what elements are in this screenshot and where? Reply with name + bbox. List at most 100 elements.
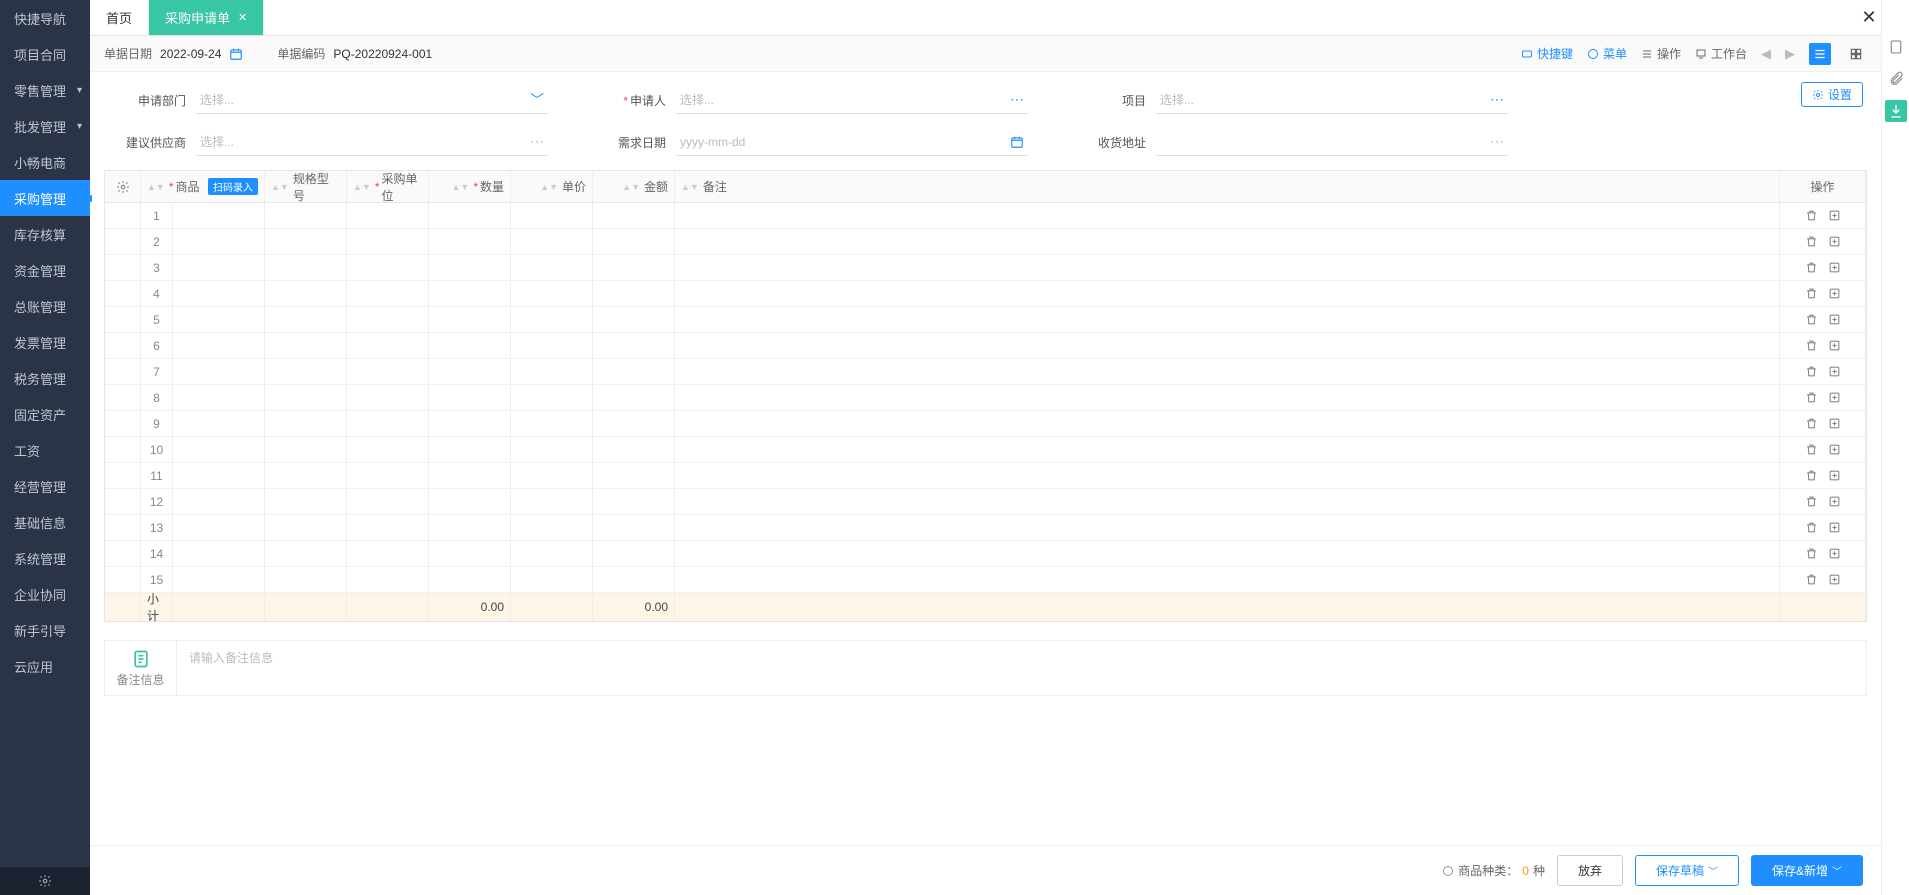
- dept-select[interactable]: 选择... ﹀: [196, 86, 548, 114]
- table-row[interactable]: 12: [105, 489, 1866, 515]
- view-form-icon[interactable]: [1809, 43, 1831, 65]
- col-amount[interactable]: ▲▼金额: [593, 171, 675, 202]
- close-icon[interactable]: ✕: [238, 11, 247, 24]
- workbench-link[interactable]: 工作台: [1695, 45, 1747, 62]
- add-row-icon[interactable]: [1828, 469, 1841, 482]
- tab-home[interactable]: 首页: [90, 0, 149, 35]
- add-row-icon[interactable]: [1828, 391, 1841, 404]
- delete-row-icon[interactable]: [1805, 339, 1818, 352]
- delete-row-icon[interactable]: [1805, 209, 1818, 222]
- discard-button[interactable]: 放弃: [1557, 855, 1623, 886]
- sidebar-item-7[interactable]: 资金管理: [0, 252, 90, 288]
- addr-input[interactable]: ⋯: [1156, 128, 1508, 156]
- add-row-icon[interactable]: [1828, 313, 1841, 326]
- rail-attach-icon[interactable]: [1885, 68, 1907, 90]
- sidebar-item-12[interactable]: 工资: [0, 432, 90, 468]
- view-list-icon[interactable]: [1845, 43, 1867, 65]
- scan-badge[interactable]: 扫码录入: [208, 178, 258, 195]
- delete-row-icon[interactable]: [1805, 521, 1818, 534]
- ops-link[interactable]: 操作: [1641, 45, 1681, 62]
- add-row-icon[interactable]: [1828, 573, 1841, 586]
- sidebar-item-6[interactable]: 库存核算: [0, 216, 90, 252]
- sidebar-item-11[interactable]: 固定资产: [0, 396, 90, 432]
- col-unit[interactable]: ▲▼*采购单位: [347, 171, 429, 202]
- table-row[interactable]: 14: [105, 541, 1866, 567]
- delete-row-icon[interactable]: [1805, 313, 1818, 326]
- table-row[interactable]: 1: [105, 203, 1866, 229]
- col-note[interactable]: ▲▼备注: [675, 171, 1780, 202]
- project-select[interactable]: 选择... ⋯: [1156, 86, 1508, 114]
- next-icon[interactable]: ▶: [1785, 46, 1795, 62]
- table-row[interactable]: 6: [105, 333, 1866, 359]
- supplier-select[interactable]: 选择... ⋯: [196, 128, 548, 156]
- table-row[interactable]: 9: [105, 411, 1866, 437]
- settings-button[interactable]: 设置: [1801, 82, 1863, 107]
- close-all-icon[interactable]: ✕: [1857, 0, 1881, 35]
- add-row-icon[interactable]: [1828, 443, 1841, 456]
- add-row-icon[interactable]: [1828, 235, 1841, 248]
- sidebar-item-5[interactable]: 采购管理: [0, 180, 90, 216]
- sidebar-item-17[interactable]: 新手引导: [0, 612, 90, 648]
- delete-row-icon[interactable]: [1805, 365, 1818, 378]
- add-row-icon[interactable]: [1828, 261, 1841, 274]
- sidebar-item-8[interactable]: 总账管理: [0, 288, 90, 324]
- delete-row-icon[interactable]: [1805, 443, 1818, 456]
- gear-icon[interactable]: [105, 171, 141, 202]
- delete-row-icon[interactable]: [1805, 235, 1818, 248]
- rail-export-icon[interactable]: [1885, 100, 1907, 122]
- add-row-icon[interactable]: [1828, 495, 1841, 508]
- tab-active[interactable]: 采购申请单✕: [149, 0, 264, 35]
- sidebar-item-14[interactable]: 基础信息: [0, 504, 90, 540]
- add-row-icon[interactable]: [1828, 365, 1841, 378]
- sidebar-item-15[interactable]: 系统管理: [0, 540, 90, 576]
- delete-row-icon[interactable]: [1805, 287, 1818, 300]
- col-qty[interactable]: ▲▼*数量: [429, 171, 511, 202]
- table-row[interactable]: 5: [105, 307, 1866, 333]
- add-row-icon[interactable]: [1828, 339, 1841, 352]
- col-price[interactable]: ▲▼单价: [511, 171, 593, 202]
- save-draft-button[interactable]: 保存草稿﹀: [1635, 855, 1739, 886]
- sidebar-item-9[interactable]: 发票管理: [0, 324, 90, 360]
- sidebar-item-18[interactable]: 云应用: [0, 648, 90, 684]
- sidebar-item-10[interactable]: 税务管理: [0, 360, 90, 396]
- table-row[interactable]: 10: [105, 437, 1866, 463]
- save-new-button[interactable]: 保存&新增﹀: [1751, 855, 1863, 886]
- table-row[interactable]: 11: [105, 463, 1866, 489]
- table-row[interactable]: 4: [105, 281, 1866, 307]
- delete-row-icon[interactable]: [1805, 391, 1818, 404]
- sidebar-gear-icon[interactable]: [0, 867, 90, 895]
- sidebar-item-1[interactable]: 项目合同: [0, 36, 90, 72]
- table-row[interactable]: 2: [105, 229, 1866, 255]
- delete-row-icon[interactable]: [1805, 469, 1818, 482]
- calendar-icon[interactable]: [229, 47, 243, 61]
- sidebar-item-16[interactable]: 企业协同: [0, 576, 90, 612]
- table-row[interactable]: 13: [105, 515, 1866, 541]
- sidebar-item-2[interactable]: 零售管理▾: [0, 72, 90, 108]
- add-row-icon[interactable]: [1828, 417, 1841, 430]
- sidebar-item-3[interactable]: 批发管理▾: [0, 108, 90, 144]
- sidebar-item-0[interactable]: 快捷导航: [0, 0, 90, 36]
- shortcut-link[interactable]: 快捷键: [1521, 45, 1573, 62]
- doc-date-value[interactable]: 2022-09-24: [160, 47, 221, 61]
- need-date-input[interactable]: yyyy-mm-dd: [676, 128, 1028, 156]
- table-row[interactable]: 3: [105, 255, 1866, 281]
- col-product[interactable]: ▲▼*商品扫码录入: [141, 171, 265, 202]
- applicant-select[interactable]: 选择... ⋯: [676, 86, 1028, 114]
- table-row[interactable]: 15: [105, 567, 1866, 593]
- sidebar-item-13[interactable]: 经营管理: [0, 468, 90, 504]
- add-row-icon[interactable]: [1828, 287, 1841, 300]
- table-row[interactable]: 7: [105, 359, 1866, 385]
- sidebar-item-4[interactable]: 小畅电商: [0, 144, 90, 180]
- delete-row-icon[interactable]: [1805, 495, 1818, 508]
- add-row-icon[interactable]: [1828, 209, 1841, 222]
- delete-row-icon[interactable]: [1805, 261, 1818, 274]
- prev-icon[interactable]: ◀: [1761, 46, 1771, 62]
- rail-doc-icon[interactable]: [1885, 36, 1907, 58]
- table-row[interactable]: 8: [105, 385, 1866, 411]
- col-spec[interactable]: ▲▼规格型号: [265, 171, 347, 202]
- delete-row-icon[interactable]: [1805, 417, 1818, 430]
- delete-row-icon[interactable]: [1805, 573, 1818, 586]
- menu-link[interactable]: 菜单: [1587, 45, 1627, 62]
- delete-row-icon[interactable]: [1805, 547, 1818, 560]
- remarks-input[interactable]: 请输入备注信息: [177, 641, 1866, 695]
